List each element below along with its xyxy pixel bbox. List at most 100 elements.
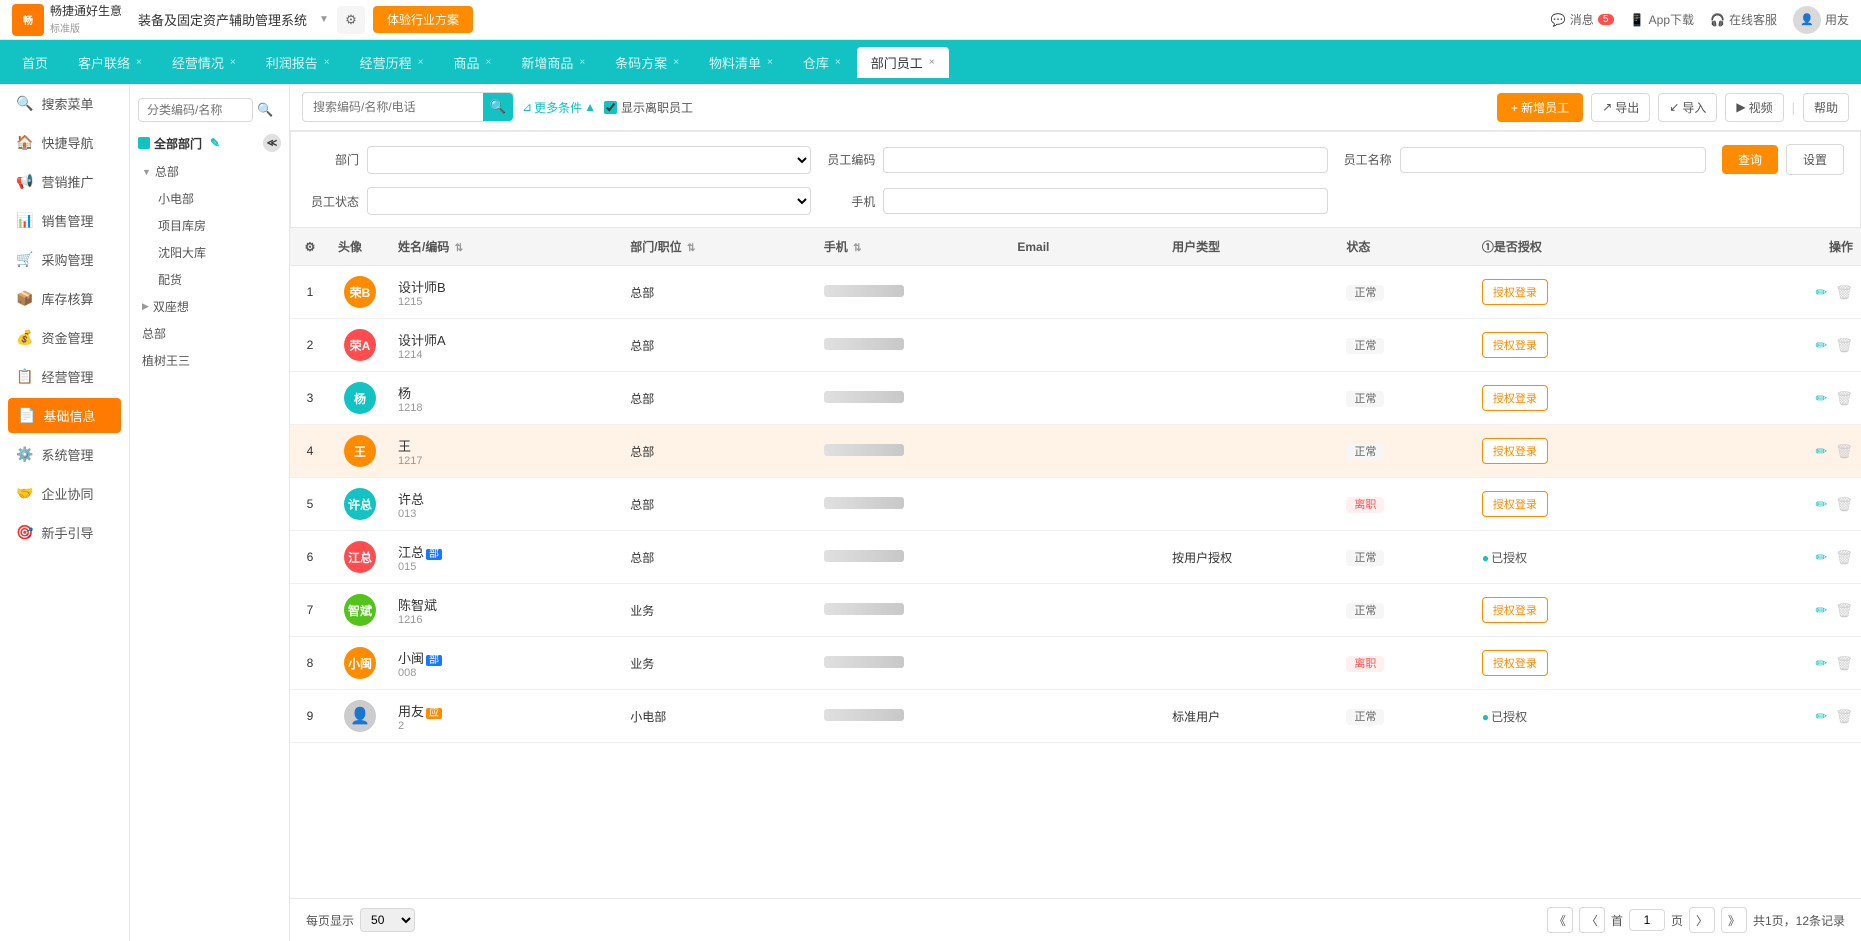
delete-icon[interactable]: 🗑 <box>1835 284 1853 301</box>
filter-empname-input[interactable] <box>1400 147 1706 173</box>
filter-dept-select[interactable] <box>367 146 811 174</box>
edit-icon[interactable]: ✏ <box>1815 443 1827 460</box>
auth-button[interactable]: 授权登录 <box>1482 438 1548 464</box>
edit-icon[interactable]: ✏ <box>1815 549 1827 566</box>
th-phone[interactable]: 手机 ⇅ <box>816 228 1010 266</box>
close-icon[interactable]: × <box>230 57 236 68</box>
next-page-btn[interactable]: 〉 <box>1689 907 1715 933</box>
trial-button[interactable]: 体验行业方案 <box>373 6 473 33</box>
add-employee-button[interactable]: + 新增员工 <box>1497 93 1583 122</box>
tab-dept-employee[interactable]: 部门员工 × <box>857 47 949 78</box>
tab-customer[interactable]: 客户联络 × <box>64 47 156 78</box>
sidebar-item-finance[interactable]: 💰 资金管理 <box>0 318 129 357</box>
dept-node-zhushu[interactable]: 植树王三 <box>130 347 289 374</box>
close-icon[interactable]: × <box>929 57 935 68</box>
search-input[interactable] <box>303 95 483 119</box>
sidebar-item-inventory[interactable]: 📦 库存核算 <box>0 279 129 318</box>
tab-profit[interactable]: 利润报告 × <box>252 47 344 78</box>
edit-icon[interactable]: ✏ <box>1815 337 1827 354</box>
close-icon[interactable]: × <box>835 57 841 68</box>
sidebar-item-search[interactable]: 🔍 搜索菜单 <box>0 84 129 123</box>
system-dropdown-arrow[interactable]: ▼ <box>319 14 329 25</box>
close-icon[interactable]: × <box>767 57 773 68</box>
import-button[interactable]: ↙ 导入 <box>1658 93 1717 122</box>
filter-phone-input[interactable] <box>883 188 1327 214</box>
close-icon[interactable]: × <box>136 57 142 68</box>
auth-button[interactable]: 授权登录 <box>1482 279 1548 305</box>
delete-icon[interactable]: 🗑 <box>1835 708 1853 725</box>
auth-button[interactable]: 授权登录 <box>1482 491 1548 517</box>
close-icon[interactable]: × <box>324 57 330 68</box>
sidebar-item-basic-info[interactable]: 📄 基础信息 <box>8 398 121 433</box>
dept-node-delivery[interactable]: 配货 <box>130 266 289 293</box>
edit-icon[interactable]: ✏ <box>1815 655 1827 672</box>
auth-button[interactable]: 授权登录 <box>1482 650 1548 676</box>
app-download-item[interactable]: 📱 App下载 <box>1630 11 1694 28</box>
sidebar-item-nav[interactable]: 🏠 快捷导航 <box>0 123 129 162</box>
dept-search-input[interactable] <box>138 98 253 122</box>
dept-node-zongbu[interactable]: 总部 <box>130 320 289 347</box>
view-button[interactable]: ▶ 视频 <box>1725 93 1783 122</box>
edit-icon[interactable]: ✏ <box>1815 602 1827 619</box>
tab-history[interactable]: 经营历程 × <box>346 47 438 78</box>
delete-icon[interactable]: 🗑 <box>1835 655 1853 672</box>
sidebar-item-marketing[interactable]: 📢 营销推广 <box>0 162 129 201</box>
sidebar-item-management[interactable]: 📋 经营管理 <box>0 357 129 396</box>
edit-icon[interactable]: ✏ <box>1815 708 1827 725</box>
delete-icon[interactable]: 🗑 <box>1835 602 1853 619</box>
close-icon[interactable]: × <box>673 57 679 68</box>
th-dept-position[interactable]: 部门/职位 ⇅ <box>622 228 816 266</box>
tab-operations[interactable]: 经营情况 × <box>158 47 250 78</box>
tab-new-goods[interactable]: 新增商品 × <box>507 47 599 78</box>
dept-node-small-elec[interactable]: 小电部 <box>130 185 289 212</box>
prev-page-btn[interactable]: 〈 <box>1579 907 1605 933</box>
show-resigned-checkbox[interactable]: 显示离职员工 <box>604 99 693 116</box>
filter-status-select[interactable] <box>367 187 811 215</box>
auth-button[interactable]: 授权登录 <box>1482 385 1548 411</box>
last-page-btn[interactable]: 》 <box>1721 907 1747 933</box>
gear-button[interactable]: ⚙ <box>337 6 365 34</box>
sidebar-item-purchase[interactable]: 🛒 采购管理 <box>0 240 129 279</box>
sidebar-item-guide[interactable]: 🎯 新手引导 <box>0 513 129 552</box>
user-item[interactable]: 👤 用友 <box>1793 6 1849 34</box>
query-button[interactable]: 查询 <box>1722 145 1778 174</box>
more-filter-button[interactable]: ⊿ 更多条件 ▲ <box>522 99 596 116</box>
dept-node-general[interactable]: ▼ 总部 <box>130 158 289 185</box>
edit-icon[interactable]: ✏ <box>1815 284 1827 301</box>
sidebar-item-collab[interactable]: 🤝 企业协同 <box>0 474 129 513</box>
th-name-code[interactable]: 姓名/编码 ⇅ <box>390 228 622 266</box>
close-icon[interactable]: × <box>418 57 424 68</box>
help-button[interactable]: 帮助 <box>1803 93 1849 122</box>
edit-dept-icon[interactable]: ✎ <box>210 136 220 150</box>
first-page-btn[interactable]: 《 <box>1547 907 1573 933</box>
delete-icon[interactable]: 🗑 <box>1835 496 1853 513</box>
delete-icon[interactable]: 🗑 <box>1835 390 1853 407</box>
tab-goods[interactable]: 商品 × <box>439 47 505 78</box>
delete-icon[interactable]: 🗑 <box>1835 337 1853 354</box>
dept-node-shenyang[interactable]: 沈阳大库 <box>130 239 289 266</box>
page-size-select[interactable]: 50 20 100 <box>360 908 415 932</box>
tab-home[interactable]: 首页 <box>8 47 62 78</box>
dept-search-icon[interactable]: 🔍 <box>257 102 273 118</box>
tab-warehouse[interactable]: 仓库 × <box>789 47 855 78</box>
edit-icon[interactable]: ✏ <box>1815 496 1827 513</box>
tab-barcode[interactable]: 条码方案 × <box>601 47 693 78</box>
sidebar-item-sales[interactable]: 📊 销售管理 <box>0 201 129 240</box>
dept-node-shuangzuo[interactable]: ▶ 双座想 <box>130 293 289 320</box>
export-button[interactable]: ↗ 导出 <box>1591 93 1650 122</box>
dept-node-project[interactable]: 项目库房 <box>130 212 289 239</box>
edit-icon[interactable]: ✏ <box>1815 390 1827 407</box>
close-icon[interactable]: × <box>485 57 491 68</box>
sidebar-item-system[interactable]: ⚙️ 系统管理 <box>0 435 129 474</box>
service-item[interactable]: 🎧 在线客服 <box>1710 11 1777 28</box>
collapse-dept-btn[interactable]: ≪ <box>263 134 281 152</box>
delete-icon[interactable]: 🗑 <box>1835 549 1853 566</box>
search-button[interactable]: 🔍 <box>483 93 513 121</box>
close-icon[interactable]: × <box>579 57 585 68</box>
reset-button[interactable]: 设置 <box>1786 144 1844 175</box>
tab-bom[interactable]: 物料清单 × <box>695 47 787 78</box>
page-number-input[interactable] <box>1629 909 1665 931</box>
filter-empcode-input[interactable] <box>883 147 1327 173</box>
auth-button[interactable]: 授权登录 <box>1482 597 1548 623</box>
message-item[interactable]: 💬 消息 5 <box>1551 11 1614 28</box>
